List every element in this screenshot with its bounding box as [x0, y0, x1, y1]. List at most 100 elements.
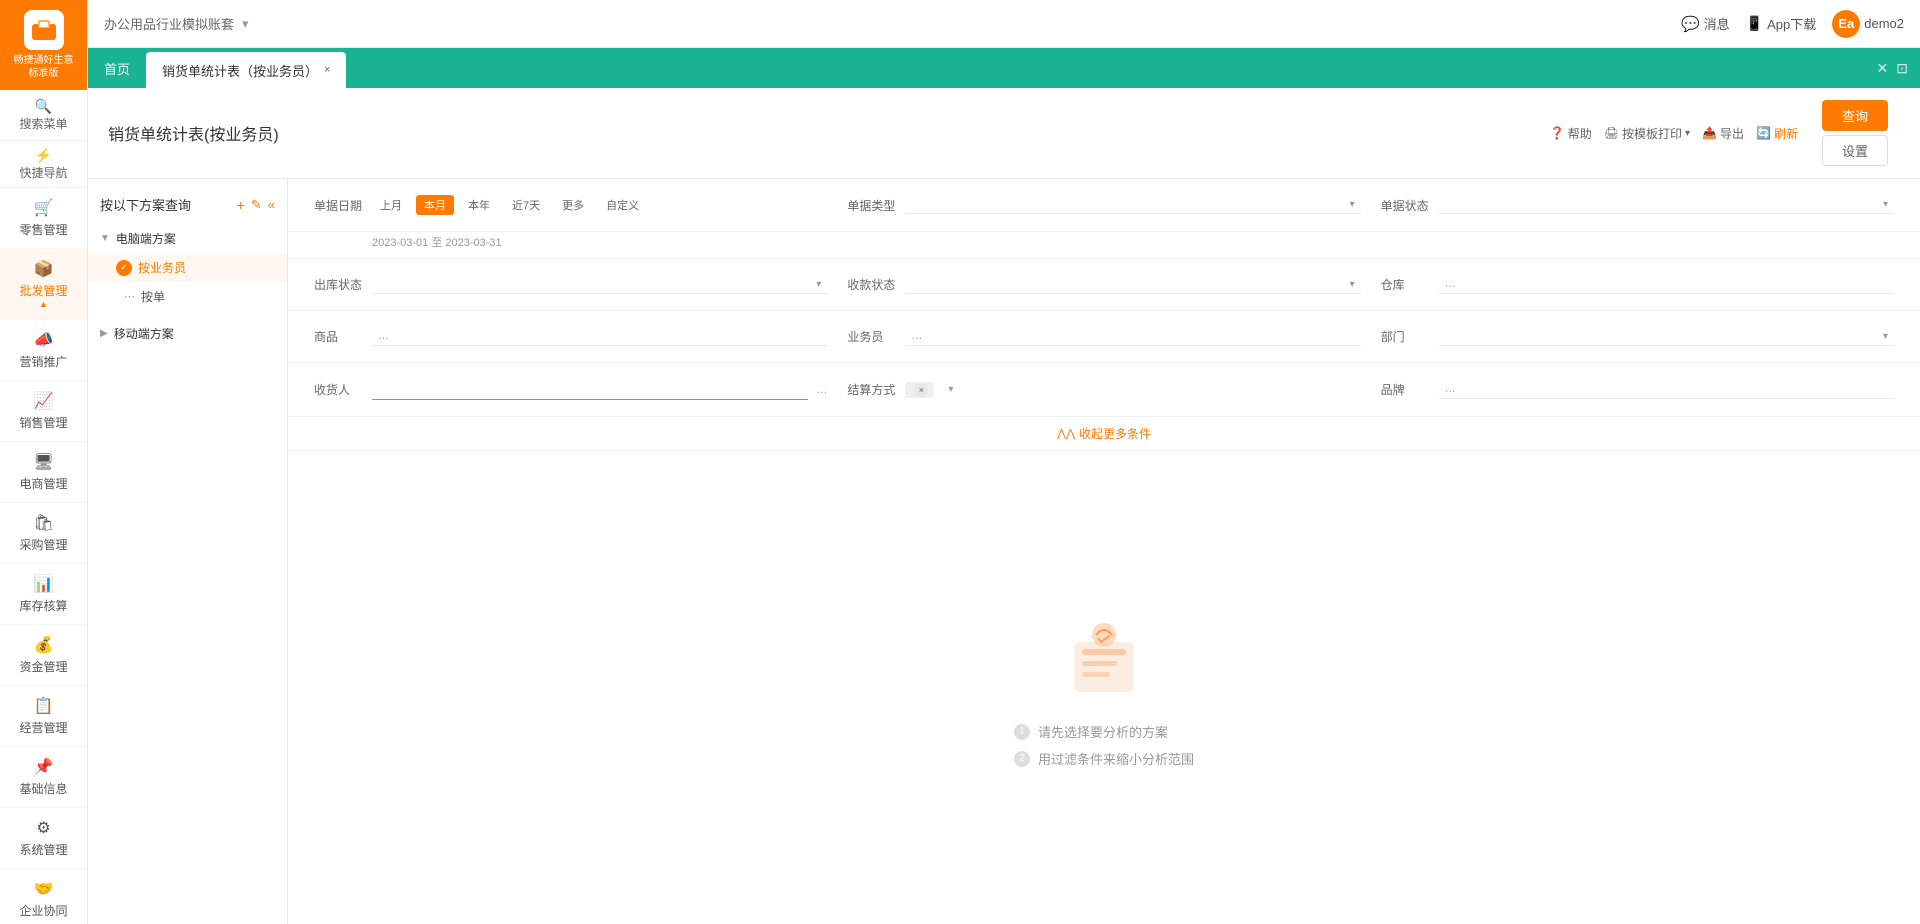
wholesale-icon: 📦: [34, 259, 54, 279]
sidebar-item-enterprise[interactable]: 🤝 企业协同: [0, 869, 87, 924]
salesman-select[interactable]: …: [905, 327, 1360, 346]
scheme-item-order[interactable]: ⋯ 按单: [88, 282, 287, 311]
tab-close-button[interactable]: ×: [324, 64, 330, 76]
logo-icon: [24, 10, 64, 50]
scheme-item-salesman[interactable]: ✓ 按业务员: [88, 253, 287, 282]
query-button[interactable]: 查询: [1822, 100, 1888, 131]
sidebar-item-sales[interactable]: 📈 销售管理: [0, 381, 87, 442]
docstatus-select[interactable]: ▾: [1439, 196, 1894, 214]
sidebar-item-wholesale[interactable]: 📦 批发管理 ▲: [0, 249, 87, 320]
goods-select[interactable]: …: [372, 327, 827, 346]
message-button[interactable]: 💬 消息: [1681, 14, 1730, 33]
pc-scheme-title[interactable]: ▼ 电脑端方案: [88, 224, 287, 253]
mobile-scheme-label: 移动端方案: [114, 325, 174, 342]
quick-nav-item[interactable]: ⚡ 快捷导航: [0, 141, 87, 188]
app-download-button[interactable]: 📱 App下载: [1746, 14, 1817, 33]
scheme-active-label: 按业务员: [138, 259, 186, 276]
doctype-select[interactable]: ▾: [905, 196, 1360, 214]
filter-row-3: 商品 … 业务员 … 部门: [288, 311, 1920, 363]
left-panel-icons: + ✎ «: [237, 197, 275, 213]
sidebar-item-basic-info[interactable]: 📌 基础信息: [0, 747, 87, 808]
receiver-input[interactable]: [372, 379, 808, 400]
doctype-label: 单据类型: [847, 197, 897, 214]
mobile-scheme-group: ▶ 移动端方案: [88, 315, 287, 352]
sidebar-item-system[interactable]: ⚙ 系统管理: [0, 808, 87, 869]
date-range-text: 2023-03-01 至 2023-03-31: [372, 234, 502, 250]
collapse-label: 收起更多条件: [1079, 425, 1151, 442]
tip-num-1: 1: [1014, 724, 1030, 740]
help-button[interactable]: ❓ 帮助: [1550, 125, 1592, 142]
date-this-month-btn[interactable]: 本月: [416, 195, 454, 215]
set-button[interactable]: 设置: [1822, 135, 1888, 166]
date-more-btn[interactable]: 更多: [554, 195, 592, 215]
collapse-bar[interactable]: ⋀⋀ 收起更多条件: [288, 417, 1920, 451]
date-this-year-btn[interactable]: 本年: [460, 195, 498, 215]
warehouse-select[interactable]: …: [1439, 275, 1894, 294]
filter-item-salesman: 业务员 …: [837, 321, 1370, 352]
page-actions: ❓ 帮助 🖨 按模板打印 ▾ 📤 导出 🔄 刷新 查询: [1550, 100, 1900, 166]
payment-status-select[interactable]: ▾: [905, 276, 1360, 294]
collapse-up-icon: ⋀⋀: [1057, 427, 1075, 440]
department-select[interactable]: ▾: [1439, 328, 1894, 346]
salesman-value: …: [911, 330, 922, 342]
stockout-label: 出库状态: [314, 276, 364, 293]
brand-value: …: [1445, 383, 1456, 395]
filter-item-stockout: 出库状态 ▾: [304, 269, 837, 300]
sidebar-item-ecommerce[interactable]: 🖥 电商管理: [0, 442, 87, 503]
date-label: 单据日期: [314, 197, 364, 214]
logo-text: 畅捷通好生意 标准版: [8, 54, 79, 80]
edit-scheme-button[interactable]: ✎: [251, 197, 262, 213]
sidebar-item-operations[interactable]: 📋 经营管理: [0, 686, 87, 747]
top-header: 办公用品行业模拟账套 ▾ 💬 消息 📱 App下载 Ea demo2: [88, 0, 1920, 48]
stockout-select[interactable]: ▾: [372, 276, 827, 294]
export-button[interactable]: 📤 导出: [1702, 125, 1744, 142]
salesman-label: 业务员: [847, 328, 897, 345]
collapse-panel-button[interactable]: «: [268, 197, 275, 212]
filter-item-docstatus: 单据状态 ▾: [1371, 189, 1904, 221]
tab-home[interactable]: 首页: [88, 48, 146, 88]
user-profile[interactable]: Ea demo2: [1832, 10, 1904, 38]
date-last7-btn[interactable]: 近7天: [504, 195, 548, 215]
scheme-item-active-icon: ✓: [116, 260, 132, 276]
scheme-expand-icon: ▼: [100, 233, 110, 244]
page-title: 销货单统计表(按业务员): [108, 121, 279, 145]
date-last-month-btn[interactable]: 上月: [372, 195, 410, 215]
add-scheme-button[interactable]: +: [237, 197, 245, 213]
refresh-icon: 🔄: [1756, 126, 1771, 140]
receiver-more-icon[interactable]: …: [816, 384, 827, 396]
sidebar-item-marketing[interactable]: 📣 营销推广: [0, 320, 87, 381]
tab-close-window-button[interactable]: ✕: [1877, 60, 1889, 77]
left-panel-header: 按以下方案查询 + ✎ «: [88, 189, 287, 220]
payment-method-select[interactable]: ▾: [942, 381, 959, 398]
left-panel: 按以下方案查询 + ✎ « ▼ 电脑端方案 ✓ 按业务员: [88, 179, 288, 924]
help-icon: ❓: [1550, 126, 1565, 140]
payment-method-tag: ×: [905, 382, 934, 398]
scheme-sub-icon: ⋯: [124, 290, 135, 303]
filter-item-payment-method: 结算方式 × ▾: [837, 373, 1370, 406]
payment-method-clear-button[interactable]: ×: [914, 383, 928, 397]
date-custom-btn[interactable]: 自定义: [598, 195, 647, 215]
sales-icon: 📈: [34, 391, 54, 411]
tab-active[interactable]: 销货单统计表（按业务员） ×: [146, 52, 346, 88]
inventory-icon: 📊: [34, 574, 54, 594]
search-menu-item[interactable]: 🔍 搜索菜单: [0, 90, 87, 141]
filter-item-doctype: 单据类型 ▾: [837, 189, 1370, 221]
payment-status-label: 收款状态: [847, 276, 897, 293]
sidebar-item-finance[interactable]: 💰 资金管理: [0, 625, 87, 686]
header-dropdown-icon[interactable]: ▾: [242, 16, 249, 32]
query-button-area: 查询 设置: [1810, 100, 1900, 166]
template-print-button[interactable]: 🖨 按模板打印 ▾: [1604, 125, 1690, 142]
tab-fullscreen-button[interactable]: ⊡: [1896, 60, 1908, 77]
sidebar-item-purchase[interactable]: 🛍 采购管理: [0, 503, 87, 564]
sidebar-item-inventory[interactable]: 📊 库存核算: [0, 564, 87, 625]
system-icon: ⚙: [36, 818, 50, 838]
goods-value: …: [378, 330, 389, 342]
mobile-scheme-title[interactable]: ▶ 移动端方案: [88, 319, 287, 348]
brand-select[interactable]: …: [1439, 380, 1894, 399]
payment-status-arrow-icon: ▾: [1350, 279, 1355, 290]
date-filter: 上月 本月 本年 近7天 更多 自定义: [372, 195, 827, 215]
page-content: 销货单统计表(按业务员) ❓ 帮助 🖨 按模板打印 ▾ 📤 导出 🔄 刷新: [88, 88, 1920, 924]
sidebar-item-retail[interactable]: 🛒 零售管理: [0, 188, 87, 249]
refresh-button[interactable]: 🔄 刷新: [1756, 125, 1798, 142]
empty-tips: 1 请先选择要分析的方案 2 用过滤条件来缩小分析范围: [1014, 722, 1194, 768]
